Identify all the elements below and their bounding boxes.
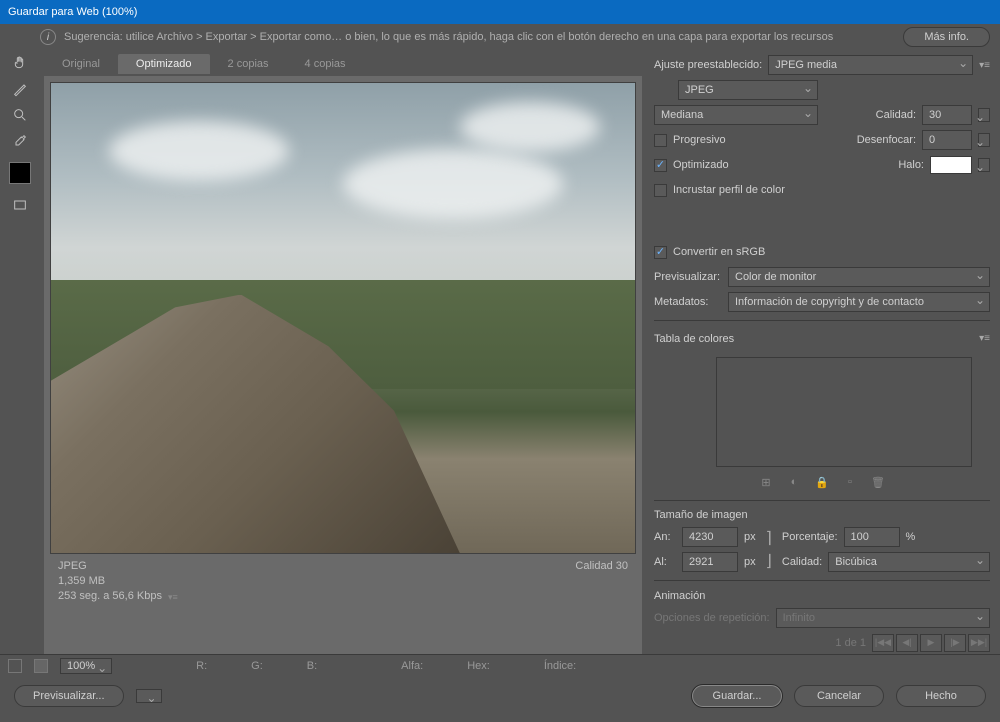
link-dimensions-icon-bottom[interactable]: ⌋ [762, 551, 776, 571]
r-readout: R: [196, 660, 207, 672]
b-readout: B: [307, 660, 317, 672]
embed-profile-label: Incrustar perfil de color [673, 184, 785, 196]
foreground-color-swatch[interactable] [9, 162, 31, 184]
hint-bar: i Sugerencia: utilice Archivo > Exportar… [0, 24, 1000, 50]
animation-title: Animación [654, 588, 990, 604]
hint-text: Sugerencia: utilice Archivo > Exportar >… [64, 31, 895, 43]
next-frame-button: |▶ [944, 634, 966, 652]
zoom-select[interactable]: 100% [60, 658, 112, 674]
snap-web-icon[interactable]: ⊞ [759, 476, 773, 489]
tab-optimized[interactable]: Optimizado [118, 54, 210, 74]
preview-format: JPEG [58, 560, 87, 572]
matte-dropdown[interactable] [978, 158, 990, 172]
preset-select[interactable]: JPEG media [768, 55, 973, 75]
zoom-tool[interactable] [7, 104, 33, 126]
preview-mode-label: Previsualizar: [654, 271, 722, 283]
save-button[interactable]: Guardar... [692, 685, 782, 707]
color-table-toolbar: ⊞ ◐ 🔒 ▫ 🗑 [654, 472, 990, 493]
compression-select[interactable]: Mediana [654, 105, 818, 125]
last-frame-button: ▶▶| [968, 634, 990, 652]
cancel-button[interactable]: Cancelar [794, 685, 884, 707]
height-label: Al: [654, 556, 676, 568]
slice-visibility-icon[interactable] [34, 659, 48, 673]
preview-quality: Calidad 30 [575, 560, 628, 572]
image-canvas[interactable] [50, 82, 636, 554]
slice-visibility-toggle[interactable] [7, 194, 33, 216]
slice-tool[interactable] [7, 78, 33, 100]
percent-input[interactable] [844, 527, 900, 547]
resample-select[interactable]: Bicúbica [828, 552, 990, 572]
bandwidth-menu-icon[interactable]: ▾≡ [168, 591, 178, 604]
convert-srgb-label: Convertir en sRGB [673, 246, 765, 258]
tab-2up[interactable]: 2 copias [210, 54, 287, 74]
percent-label: Porcentaje: [782, 531, 838, 543]
preview-mode-select[interactable]: Color de monitor [728, 267, 990, 287]
dialog-buttons: Previsualizar... Guardar... Cancelar Hec… [0, 676, 1000, 716]
alpha-readout: Alfa: [401, 660, 423, 672]
info-strip: 100% R: G: B: Alfa: Hex: Índice: [0, 654, 1000, 676]
matte-color-swatch[interactable] [930, 156, 972, 174]
g-readout: G: [251, 660, 263, 672]
link-dimensions-icon[interactable]: ⌉ [762, 528, 776, 548]
lock-color-icon[interactable]: ◐ [787, 476, 801, 489]
color-table-menu-icon[interactable]: ▾≡ [979, 333, 990, 344]
progressive-checkbox[interactable] [654, 134, 667, 147]
done-button[interactable]: Hecho [896, 685, 986, 707]
window-title: Guardar para Web (100%) [8, 6, 137, 18]
preset-menu-icon[interactable]: ▾≡ [979, 60, 990, 71]
width-label: An: [654, 531, 676, 543]
height-input[interactable] [682, 552, 738, 572]
tab-original[interactable]: Original [44, 54, 118, 74]
metadata-select[interactable]: Información de copyright y de contacto [728, 292, 990, 312]
hand-tool[interactable] [7, 52, 33, 74]
preview-filesize: 1,359 MB [58, 574, 628, 589]
preview-tabs: Original Optimizado 2 copias 4 copias [44, 52, 642, 76]
format-select[interactable]: JPEG [678, 80, 818, 100]
metadata-label: Metadatos: [654, 296, 722, 308]
preview-button[interactable]: Previsualizar... [14, 685, 124, 707]
blur-input[interactable] [922, 130, 972, 150]
info-icon: i [40, 29, 56, 45]
preview-download-time: 253 seg. a 56,6 Kbps [58, 589, 162, 604]
tool-sidebar [0, 50, 40, 654]
preview-panel: Original Optimizado 2 copias 4 copias JP… [40, 50, 648, 654]
blur-dropdown[interactable] [978, 133, 990, 147]
new-color-icon[interactable]: ▫ [843, 476, 857, 489]
delete-color-icon[interactable]: 🗑 [871, 476, 885, 489]
browser-select[interactable] [136, 689, 162, 703]
prev-frame-button: ◀| [896, 634, 918, 652]
title-bar: Guardar para Web (100%) [0, 0, 1000, 24]
optimized-label: Optimizado [673, 159, 729, 171]
quality-label: Calidad: [876, 109, 916, 121]
map-transparent-icon[interactable]: 🔒 [815, 476, 829, 489]
settings-panel: Ajuste preestablecido: JPEG media ▾≡ JPE… [648, 50, 1000, 654]
convert-srgb-checkbox[interactable] [654, 246, 667, 259]
color-table [716, 357, 972, 467]
play-button: ▶ [920, 634, 942, 652]
loop-label: Opciones de repetición: [654, 612, 770, 624]
eyedropper-tool[interactable] [7, 130, 33, 152]
quality-input[interactable] [922, 105, 972, 125]
resample-label: Calidad: [782, 556, 822, 568]
tab-4up[interactable]: 4 copias [287, 54, 364, 74]
hex-readout: Hex: [467, 660, 490, 672]
slice-toggle-icon[interactable] [8, 659, 22, 673]
embed-profile-checkbox[interactable] [654, 184, 667, 197]
more-info-button[interactable]: Más info. [903, 27, 990, 47]
blur-label: Desenfocar: [857, 134, 916, 146]
image-size-title: Tamaño de imagen [654, 507, 990, 523]
quality-dropdown[interactable] [978, 108, 990, 122]
progressive-label: Progresivo [673, 134, 726, 146]
matte-label: Halo: [898, 159, 924, 171]
preset-label: Ajuste preestablecido: [654, 59, 762, 71]
loop-select: Infinito [776, 608, 990, 628]
frame-counter: 1 de 1 [835, 637, 866, 649]
index-readout: Índice: [544, 660, 576, 672]
width-input[interactable] [682, 527, 738, 547]
color-table-title: Tabla de colores [654, 331, 734, 347]
first-frame-button: |◀◀ [872, 634, 894, 652]
optimized-checkbox[interactable] [654, 159, 667, 172]
